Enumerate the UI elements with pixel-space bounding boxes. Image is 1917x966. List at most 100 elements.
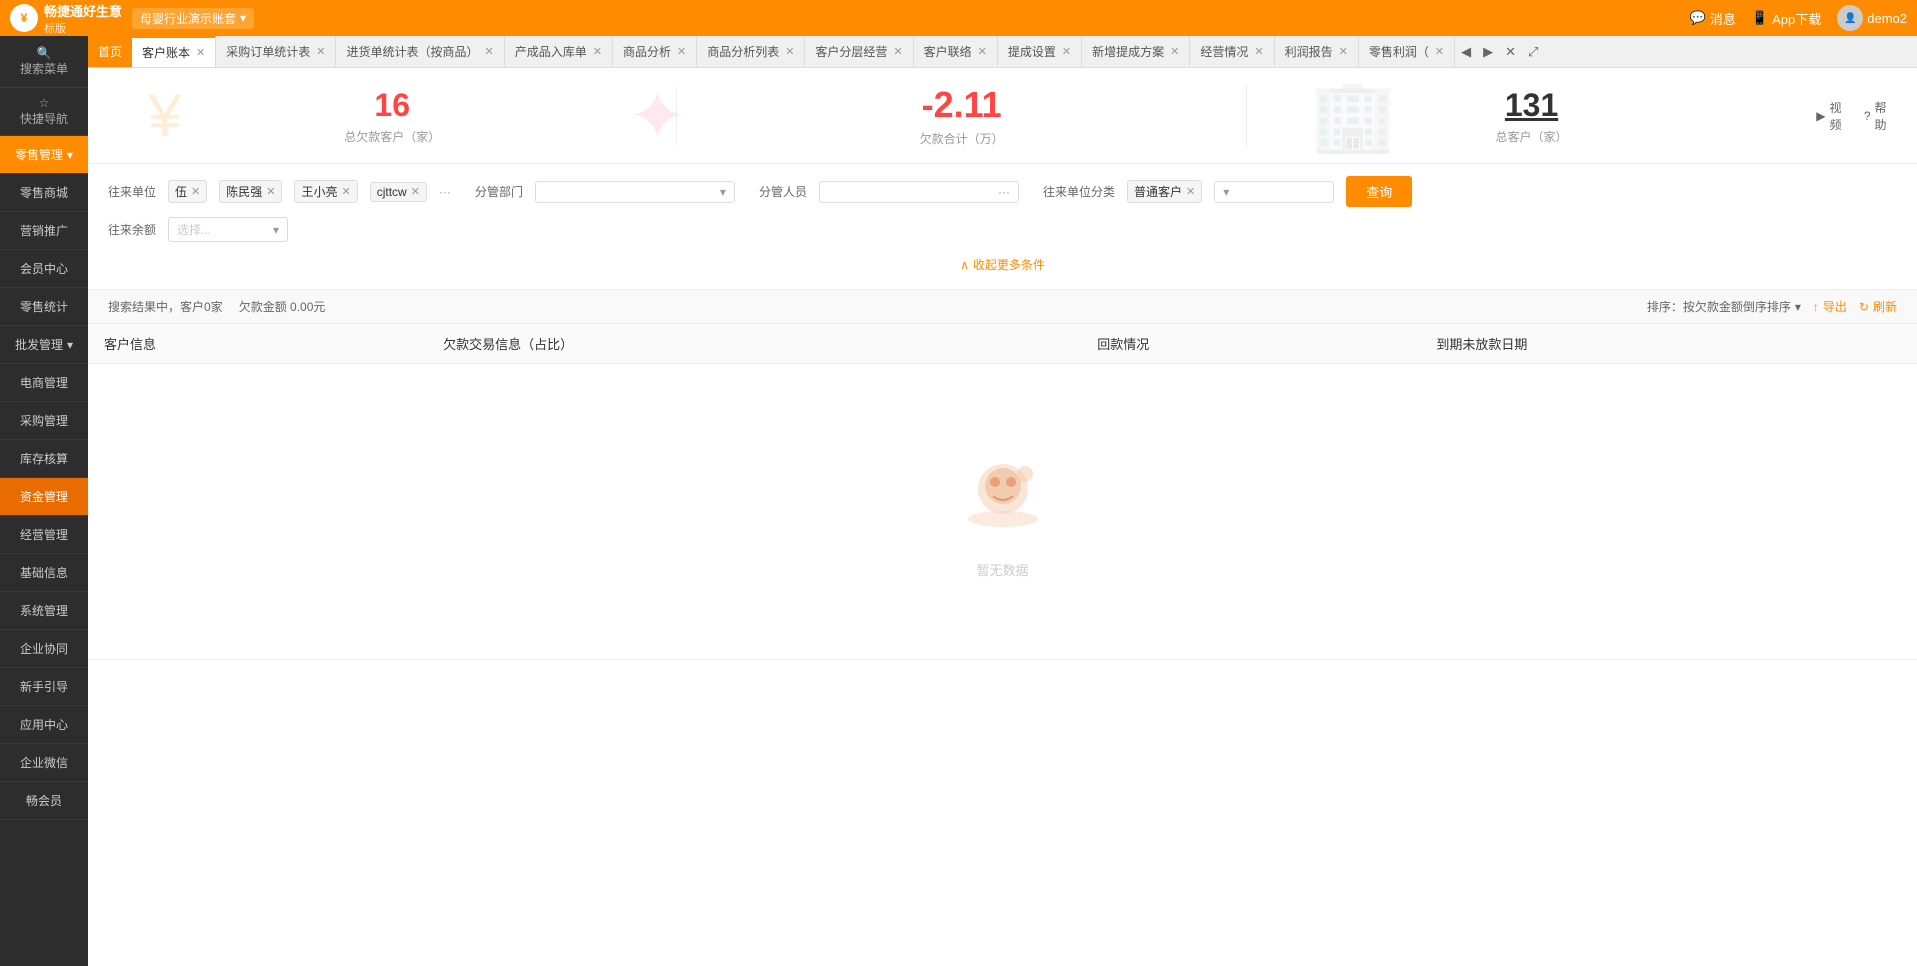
sidebar-item-system[interactable]: 系统管理 [0, 592, 88, 630]
tab-home[interactable]: 首页 [88, 36, 132, 68]
sidebar-item-finance[interactable]: 资金管理 [0, 478, 88, 516]
sort-button[interactable]: 排序：按欠款金额倒序排序 ▾ [1647, 298, 1801, 315]
coin-bg-icon: ¥ [148, 81, 181, 150]
tab-operations[interactable]: 经营情况 ✕ [1190, 36, 1274, 68]
filter-tag-close-icon[interactable]: ✕ [191, 185, 200, 198]
chevron-down-icon: ▾ [67, 148, 73, 162]
sidebar-item-inventory[interactable]: 库存核算 [0, 440, 88, 478]
results-bar: 搜索结果中，客户0家 欠款金额 0.00元 排序：按欠款金额倒序排序 ▾ ↑ 导… [88, 290, 1917, 324]
message-icon: 💬 [1690, 10, 1706, 26]
tab-close-icon[interactable]: ✕ [1062, 45, 1071, 58]
sidebar-item-operations[interactable]: 经营管理 [0, 516, 88, 554]
dept-filter-label: 分管部门 [475, 183, 523, 200]
sidebar-item-purchase[interactable]: 采购管理 [0, 402, 88, 440]
empty-icon [953, 444, 1053, 544]
app-download-button[interactable]: 📱 App下载 [1752, 9, 1821, 28]
dept-dropdown[interactable]: ▾ [535, 181, 735, 203]
chevron-up-icon: ∧ [960, 258, 969, 272]
tab-commission-settings[interactable]: 提成设置 ✕ [998, 36, 1082, 68]
filter-section: 往来单位 伍 ✕ 陈民强 ✕ 王小亮 ✕ [88, 164, 1917, 290]
tab-profit-report[interactable]: 利润报告 ✕ [1275, 36, 1359, 68]
tab-inbound-stats[interactable]: 进货单统计表（按商品） ✕ [336, 36, 504, 68]
balance-dropdown[interactable]: 选择... ▾ [168, 217, 288, 242]
collapse-button[interactable]: ∧ 收起更多条件 [108, 252, 1897, 277]
table-header-row: 客户信息 欠款交易信息（占比） 回款情况 到期未放款日期 [88, 324, 1917, 364]
tab-close-icon[interactable]: ✕ [1170, 45, 1179, 58]
tab-customer-contact[interactable]: 客户联络 ✕ [914, 36, 998, 68]
sidebar-item-basic-info[interactable]: 基础信息 [0, 554, 88, 592]
sidebar-item-enterprise[interactable]: 企业协同 [0, 630, 88, 668]
sidebar-quick-nav[interactable]: ☆ 快捷导航 [0, 88, 88, 136]
tab-purchase-order[interactable]: 采购订单统计表 ✕ [216, 36, 336, 68]
tab-close-icon[interactable]: ✕ [1254, 45, 1263, 58]
video-link[interactable]: ▶ 视频 [1816, 99, 1852, 133]
top-bar-right: 💬 消息 📱 App下载 👤 demo2 [1690, 5, 1907, 31]
unit-filter-label: 往来单位 [108, 183, 156, 200]
filter-tag-category[interactable]: 普通客户 ✕ [1127, 180, 1202, 203]
tab-close-icon[interactable]: ✕ [677, 45, 686, 58]
filter-tag-chen[interactable]: 陈民强 ✕ [219, 180, 282, 203]
refresh-icon: ↻ [1859, 300, 1869, 314]
tab-product-analysis[interactable]: 商品分析 ✕ [613, 36, 697, 68]
tab-product-inbound[interactable]: 产成品入库单 ✕ [505, 36, 613, 68]
sidebar-item-wechat[interactable]: 企业微信 [0, 744, 88, 782]
person-dropdown[interactable]: ··· [819, 181, 1019, 203]
col-header-repayment: 回款情况 [1081, 324, 1420, 364]
tab-close-icon[interactable]: ✕ [593, 45, 602, 58]
refresh-button[interactable]: ↻ 刷新 [1859, 298, 1897, 315]
help-link[interactable]: ? 帮助 [1864, 99, 1897, 133]
warning-bg-icon: ✦ [628, 75, 687, 157]
filter-tag-wu[interactable]: 伍 ✕ [168, 180, 207, 203]
col-header-debt-info: 欠款交易信息（占比） [427, 324, 1081, 364]
tab-customer-segment[interactable]: 客户分层经营 ✕ [805, 36, 913, 68]
tab-product-analysis-list[interactable]: 商品分析列表 ✕ [697, 36, 805, 68]
sidebar-item-retail-mall[interactable]: 零售商城 [0, 174, 88, 212]
tab-close-icon[interactable]: ✕ [978, 45, 987, 58]
filter-tag-wang[interactable]: 王小亮 ✕ [294, 180, 357, 203]
tab-close-icon[interactable]: ✕ [785, 45, 794, 58]
query-button[interactable]: 查询 [1346, 176, 1412, 207]
sidebar-item-member-center[interactable]: 会员中心 [0, 250, 88, 288]
balance-filter-label: 往来余额 [108, 221, 156, 238]
chevron-down-icon: ▾ [273, 223, 279, 237]
sidebar-item-guide[interactable]: 新手引导 [0, 668, 88, 706]
sidebar-item-ecommerce[interactable]: 电商管理 [0, 364, 88, 402]
sidebar-item-app-center[interactable]: 应用中心 [0, 706, 88, 744]
tab-retail-profit[interactable]: 零售利润（ ✕ [1359, 36, 1455, 68]
sidebar-item-retail-stats[interactable]: 零售统计 [0, 288, 88, 326]
filter-tag-close-icon[interactable]: ✕ [411, 185, 420, 198]
filter-more-button[interactable]: ··· [439, 185, 451, 199]
stat-block-debt: -2.11 欠款合计（万） [677, 84, 1246, 147]
tab-close-icon[interactable]: ✕ [316, 45, 325, 58]
tab-next-button[interactable]: ▶ [1477, 44, 1499, 60]
tab-close-all-button[interactable]: ✕ [1499, 44, 1522, 60]
tab-prev-button[interactable]: ◀ [1455, 44, 1477, 60]
tab-close-icon[interactable]: ✕ [893, 45, 902, 58]
sidebar-item-retail-management[interactable]: 零售管理 ▾ [0, 136, 88, 174]
tab-close-icon[interactable]: ✕ [1435, 45, 1444, 58]
filter-tag-close-icon[interactable]: ✕ [266, 185, 275, 198]
sidebar-search[interactable]: 🔍 搜索菜单 [0, 36, 88, 88]
filter-tag-close-icon[interactable]: ✕ [1186, 185, 1195, 198]
sidebar-item-member[interactable]: 畅会员 [0, 782, 88, 820]
export-button[interactable]: ↑ 导出 [1813, 298, 1847, 315]
main-content: ¥ ✦ 🏢 16 总欠款客户（家） -2.11 欠款合计（万） 131 总客户（… [88, 68, 1917, 966]
tab-expand-button[interactable]: ⤢ [1522, 44, 1544, 60]
category-dropdown[interactable]: ▾ [1214, 181, 1334, 203]
tab-close-icon[interactable]: ✕ [485, 45, 494, 58]
stat-value-customers: 16 [374, 87, 410, 124]
account-selector[interactable]: 母婴行业演示账套 ▾ [132, 8, 254, 29]
tab-close-icon[interactable]: ✕ [1339, 45, 1348, 58]
tab-close-icon[interactable]: ✕ [196, 46, 205, 59]
chevron-down-icon: ▾ [1795, 300, 1801, 314]
message-button[interactable]: 💬 消息 [1690, 9, 1736, 28]
user-menu[interactable]: 👤 demo2 [1837, 5, 1907, 31]
filter-tag-close-icon[interactable]: ✕ [342, 185, 351, 198]
sidebar-item-wholesale[interactable]: 批发管理 ▾ [0, 326, 88, 364]
tab-add-commission[interactable]: 新增提成方案 ✕ [1082, 36, 1190, 68]
filter-tag-cjttcw[interactable]: cjttcw ✕ [370, 182, 427, 202]
sidebar-item-marketing[interactable]: 营销推广 [0, 212, 88, 250]
tab-customer-ledger[interactable]: 客户账本 ✕ [132, 36, 216, 68]
data-table: 客户信息 欠款交易信息（占比） 回款情况 到期未放款日期 [88, 324, 1917, 660]
logo: ¥ 畅捷通好生意 标版 [10, 1, 122, 36]
